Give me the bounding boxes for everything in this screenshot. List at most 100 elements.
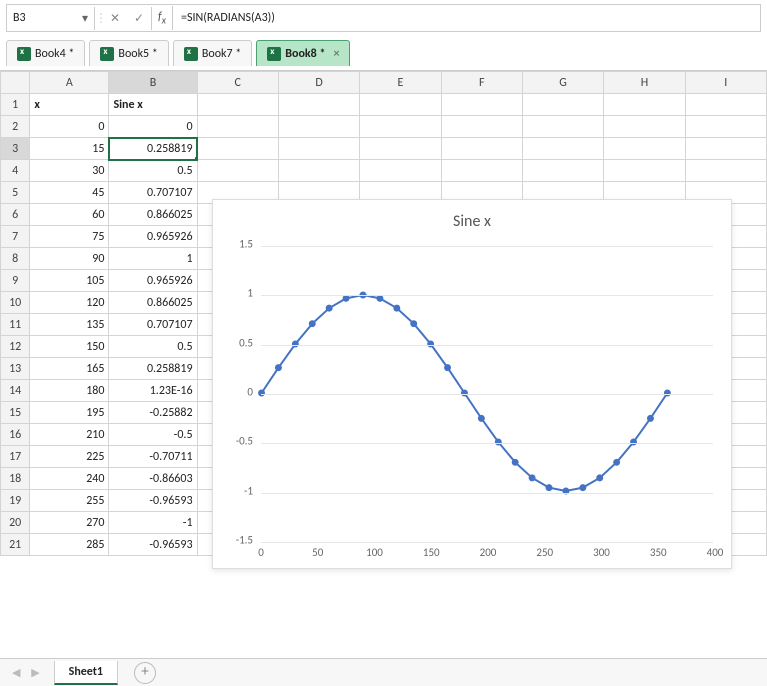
- cell[interactable]: [685, 160, 766, 182]
- sheet-nav-next-icon[interactable]: ▶: [27, 666, 43, 679]
- row-header[interactable]: 19: [1, 490, 30, 512]
- enter-icon[interactable]: ✓: [127, 7, 151, 30]
- select-all-corner[interactable]: [1, 72, 30, 94]
- cell[interactable]: 0: [109, 116, 197, 138]
- cell[interactable]: [278, 94, 359, 116]
- cell[interactable]: 180: [30, 380, 109, 402]
- row-header[interactable]: 16: [1, 424, 30, 446]
- cell[interactable]: [522, 160, 603, 182]
- fx-icon[interactable]: fx: [152, 6, 173, 30]
- cell[interactable]: 0.5: [109, 336, 197, 358]
- column-header[interactable]: H: [604, 72, 685, 94]
- row-header[interactable]: 13: [1, 358, 30, 380]
- row-header[interactable]: 17: [1, 446, 30, 468]
- cancel-icon[interactable]: ✕: [103, 7, 127, 30]
- cell[interactable]: 75: [30, 226, 109, 248]
- cell[interactable]: [604, 94, 685, 116]
- cell[interactable]: [522, 94, 603, 116]
- sheet-nav-prev-icon[interactable]: ◀: [8, 666, 24, 679]
- cell[interactable]: [441, 116, 522, 138]
- cell[interactable]: 0.707107: [109, 314, 197, 336]
- row-header[interactable]: 9: [1, 270, 30, 292]
- cell[interactable]: 135: [30, 314, 109, 336]
- cell[interactable]: 195: [30, 402, 109, 424]
- cell[interactable]: -0.70711: [109, 446, 197, 468]
- cell[interactable]: 45: [30, 182, 109, 204]
- row-header[interactable]: 11: [1, 314, 30, 336]
- workbook-tab[interactable]: Book5 *: [89, 40, 168, 66]
- cell[interactable]: [278, 138, 359, 160]
- cell[interactable]: [685, 94, 766, 116]
- cell[interactable]: 30: [30, 160, 109, 182]
- cell[interactable]: [685, 138, 766, 160]
- cell[interactable]: [441, 94, 522, 116]
- column-header[interactable]: F: [441, 72, 522, 94]
- cell[interactable]: 0.258819: [109, 358, 197, 380]
- cell[interactable]: [522, 116, 603, 138]
- cell[interactable]: [197, 116, 278, 138]
- row-header[interactable]: 1: [1, 94, 30, 116]
- cell[interactable]: -0.96593: [109, 534, 197, 556]
- cell[interactable]: 120: [30, 292, 109, 314]
- cell[interactable]: [360, 160, 441, 182]
- column-header[interactable]: I: [685, 72, 766, 94]
- row-header[interactable]: 12: [1, 336, 30, 358]
- row-header[interactable]: 5: [1, 182, 30, 204]
- workbook-tab[interactable]: Book4 *: [6, 40, 85, 66]
- cell[interactable]: [441, 138, 522, 160]
- sheet-nav[interactable]: ◀ ▶: [8, 666, 44, 680]
- cell[interactable]: 255: [30, 490, 109, 512]
- cell[interactable]: 105: [30, 270, 109, 292]
- cell[interactable]: Sine x: [109, 94, 197, 116]
- cell[interactable]: -0.86603: [109, 468, 197, 490]
- column-header[interactable]: E: [360, 72, 441, 94]
- cell[interactable]: 15: [30, 138, 109, 160]
- formula-input[interactable]: =SIN(RADIANS(A3)): [173, 7, 760, 29]
- cell[interactable]: 0.866025: [109, 292, 197, 314]
- close-icon[interactable]: ×: [333, 47, 339, 61]
- cell[interactable]: x: [30, 94, 109, 116]
- row-header[interactable]: 7: [1, 226, 30, 248]
- cell[interactable]: [278, 116, 359, 138]
- cell[interactable]: 150: [30, 336, 109, 358]
- cell[interactable]: 0.965926: [109, 226, 197, 248]
- cell[interactable]: 270: [30, 512, 109, 534]
- row-header[interactable]: 6: [1, 204, 30, 226]
- cell[interactable]: 90: [30, 248, 109, 270]
- workbook-tab[interactable]: Book7 *: [173, 40, 252, 66]
- cell[interactable]: 0.965926: [109, 270, 197, 292]
- cell[interactable]: [522, 138, 603, 160]
- cell[interactable]: [197, 160, 278, 182]
- column-header[interactable]: A: [30, 72, 109, 94]
- column-header[interactable]: G: [522, 72, 603, 94]
- cell[interactable]: [197, 94, 278, 116]
- column-header[interactable]: D: [278, 72, 359, 94]
- cell[interactable]: 240: [30, 468, 109, 490]
- cell[interactable]: [685, 116, 766, 138]
- cell[interactable]: -0.96593: [109, 490, 197, 512]
- cell[interactable]: [360, 116, 441, 138]
- row-header[interactable]: 14: [1, 380, 30, 402]
- row-header[interactable]: 3: [1, 138, 30, 160]
- cell[interactable]: 0.866025: [109, 204, 197, 226]
- cell[interactable]: [197, 138, 278, 160]
- cell[interactable]: 0.707107: [109, 182, 197, 204]
- cell[interactable]: -0.5: [109, 424, 197, 446]
- cell[interactable]: [360, 138, 441, 160]
- row-header[interactable]: 20: [1, 512, 30, 534]
- name-box-dropdown-icon[interactable]: ▾: [82, 11, 88, 26]
- cell[interactable]: 0: [30, 116, 109, 138]
- row-header[interactable]: 18: [1, 468, 30, 490]
- column-header[interactable]: C: [197, 72, 278, 94]
- cell[interactable]: [278, 160, 359, 182]
- cell[interactable]: [604, 160, 685, 182]
- cell[interactable]: -1: [109, 512, 197, 534]
- cell[interactable]: [604, 138, 685, 160]
- row-header[interactable]: 8: [1, 248, 30, 270]
- cell[interactable]: 165: [30, 358, 109, 380]
- row-header[interactable]: 15: [1, 402, 30, 424]
- cell[interactable]: -0.25882: [109, 402, 197, 424]
- add-sheet-button[interactable]: +: [134, 662, 156, 684]
- name-box[interactable]: B3 ▾: [7, 7, 95, 30]
- chart-sine[interactable]: Sine x -1.5-1-0.500.511.5 05010015020025…: [212, 199, 732, 569]
